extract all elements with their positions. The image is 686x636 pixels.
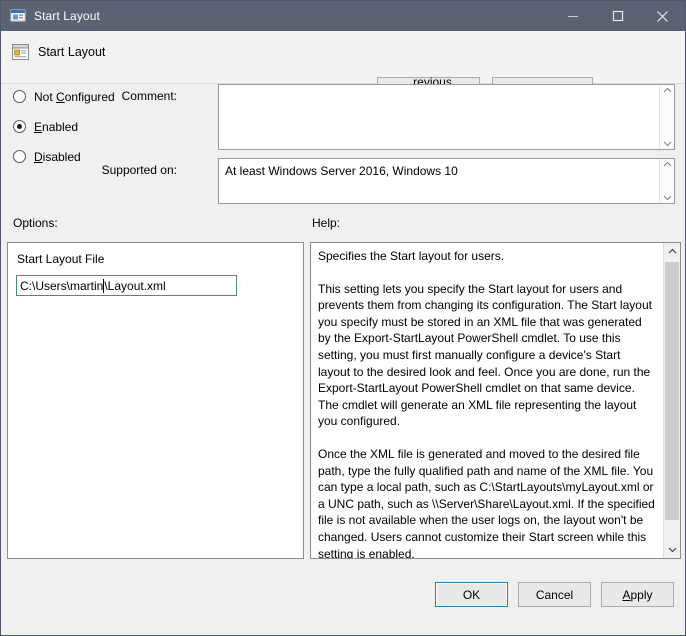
start-layout-file-label: Start Layout File	[17, 252, 105, 266]
panels-row: Start Layout File C:\Users\martin \Layout…	[1, 242, 685, 570]
scroll-up-icon[interactable]	[663, 87, 672, 94]
scroll-down-icon[interactable]	[663, 140, 672, 147]
comment-scrollbar[interactable]	[659, 85, 674, 149]
help-paragraph: This setting lets you specify the Start …	[318, 281, 652, 429]
supported-on-scrollbar[interactable]	[659, 159, 674, 203]
setting-title: Start Layout	[38, 45, 106, 59]
help-panel: Specifies the Start layout for users. Th…	[310, 242, 681, 559]
setting-header: Start Layout Previous Setting Next Setti…	[1, 31, 685, 103]
radio-enabled-label: Enabled	[34, 119, 79, 134]
policy-setting-icon	[10, 8, 26, 24]
radio-not-configured-indicator[interactable]	[13, 90, 26, 103]
dialog-footer: OK Cancel Apply	[1, 570, 685, 626]
radio-enabled-indicator[interactable]	[13, 120, 26, 133]
options-panel: Start Layout File C:\Users\martin \Layout…	[7, 242, 304, 559]
options-label: Options:	[13, 216, 58, 230]
state-and-metadata: Not Configured Enabled Disabled Comment:	[1, 84, 685, 216]
supported-on-value: At least Windows Server 2016, Windows 10	[225, 164, 458, 178]
radio-disabled-indicator[interactable]	[13, 150, 26, 163]
setting-header-title-group: Start Layout	[12, 44, 105, 60]
supported-on-textbox: At least Windows Server 2016, Windows 10	[218, 158, 675, 204]
start-layout-file-input[interactable]: C:\Users\martin \Layout.xml	[16, 275, 237, 296]
start-layout-file-value-after-caret: \Layout.xml	[104, 278, 166, 293]
help-scrollbar-thumb[interactable]	[665, 262, 679, 520]
cancel-button[interactable]: Cancel	[518, 582, 591, 607]
scroll-down-icon[interactable]	[664, 541, 680, 558]
help-scrollbar-track[interactable]	[664, 260, 680, 541]
start-layout-dialog: Start Layout Start Layout revious Not Co…	[0, 0, 686, 636]
apply-accesskey: A	[622, 587, 631, 602]
help-label: Help:	[312, 216, 341, 230]
group-policy-icon	[12, 44, 29, 60]
start-layout-file-value-before-caret: C:\Users\martin	[20, 278, 104, 293]
comment-textbox[interactable]	[218, 84, 675, 150]
help-paragraph: Once the XML file is generated and moved…	[318, 446, 655, 558]
radio-enabled[interactable]: Enabled	[13, 118, 143, 135]
title-bar: Start Layout	[1, 1, 685, 31]
dialog-buttons: OK Cancel Apply	[435, 582, 674, 607]
scroll-down-icon[interactable]	[663, 194, 672, 201]
comment-label: Comment:	[121, 89, 177, 103]
minimize-icon[interactable]	[550, 1, 595, 31]
comment-value[interactable]	[219, 85, 659, 149]
ok-button[interactable]: OK	[435, 582, 508, 607]
close-icon[interactable]	[640, 1, 685, 31]
section-labels: Options: Help:	[1, 216, 685, 242]
apply-button[interactable]: Apply	[601, 582, 674, 607]
window-title: Start Layout	[34, 9, 100, 23]
maximize-icon[interactable]	[595, 1, 640, 31]
scroll-up-icon[interactable]	[663, 161, 672, 168]
radio-disabled-label: Disabled	[34, 149, 81, 164]
help-text: Specifies the Start layout for users. Th…	[311, 243, 663, 558]
apply-label: pply	[630, 587, 653, 602]
help-paragraph: Specifies the Start layout for users.	[318, 249, 505, 263]
window-controls	[550, 1, 685, 31]
help-scrollbar[interactable]	[663, 243, 680, 558]
supported-on-label: Supported on:	[101, 163, 177, 177]
scroll-up-icon[interactable]	[664, 243, 680, 260]
